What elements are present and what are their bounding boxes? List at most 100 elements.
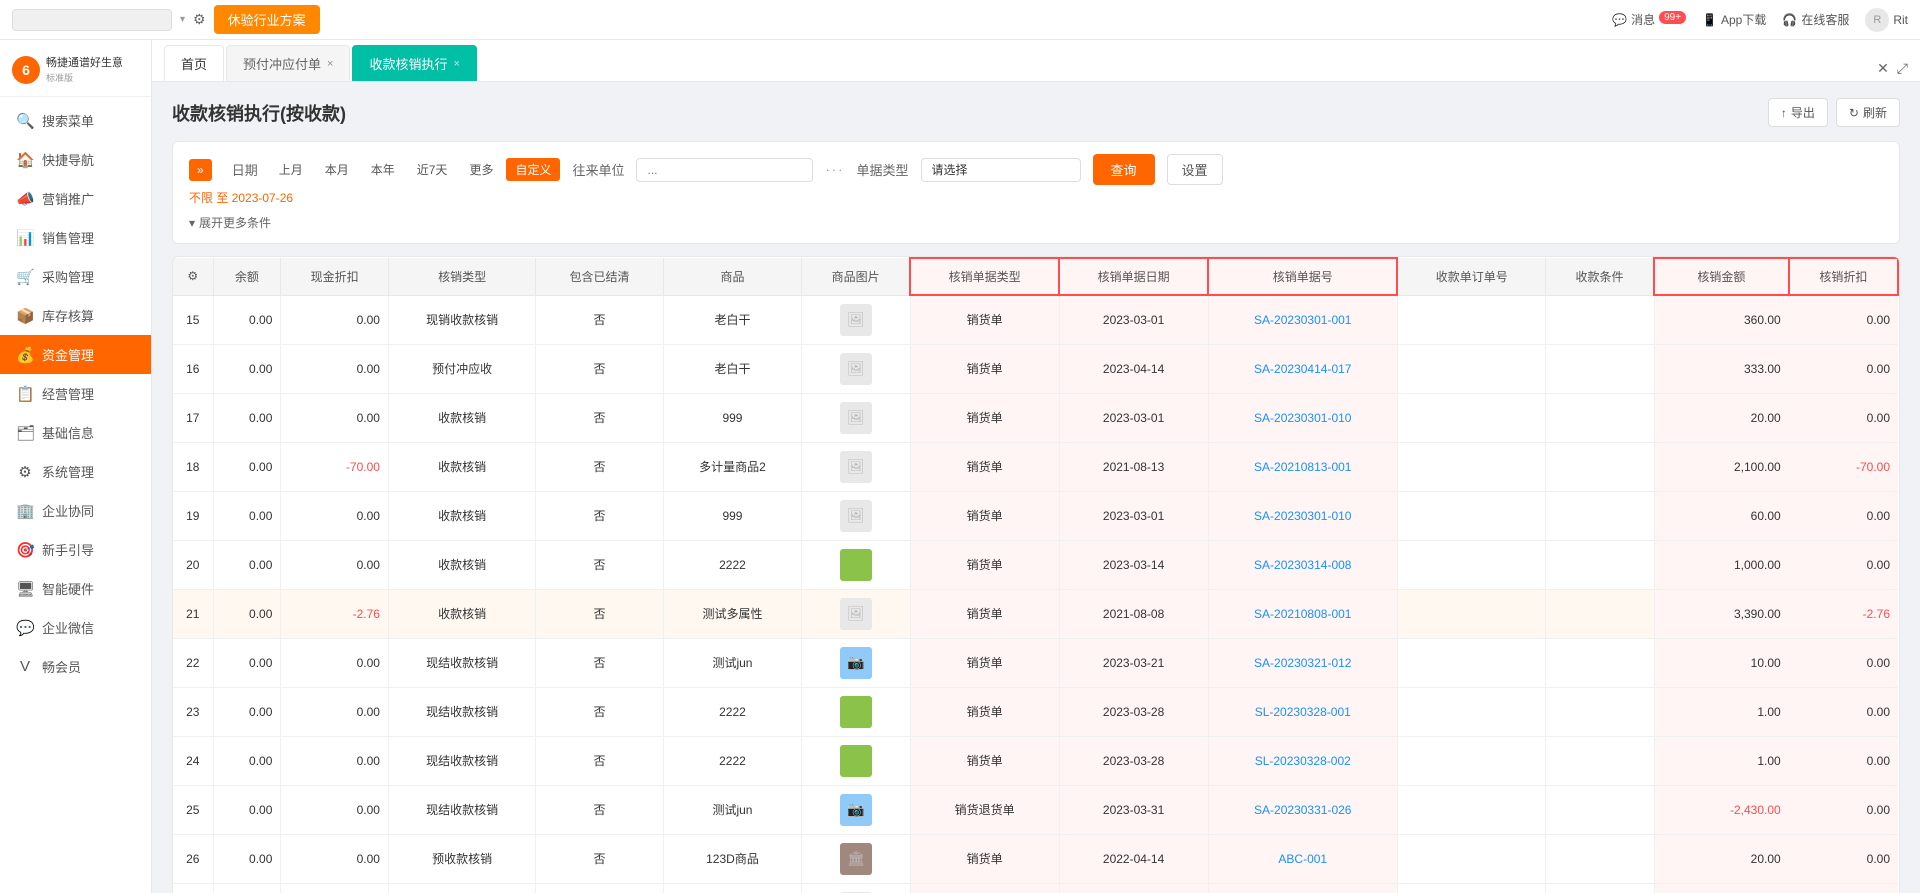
sidebar-item-label: 资金管理 <box>42 345 94 364</box>
expand-more-button[interactable]: ▾ 展开更多条件 <box>189 214 1883 231</box>
sidebar-item-basic[interactable]: 🗂 基础信息 <box>0 413 151 452</box>
tab-receipt[interactable]: 收款核销执行 × <box>352 45 476 81</box>
cell-write-off-bill-type: 销货单 <box>910 491 1059 540</box>
sidebar-item-search[interactable]: 🔍 搜索菜单 <box>0 101 151 140</box>
gear-icon[interactable]: ⚙ <box>193 11 206 28</box>
cell-write-off-bill-type: 销货单 <box>910 638 1059 687</box>
cell-cash-discount: 0.00 <box>281 883 389 893</box>
sidebar-item-label: 企业协同 <box>42 501 94 520</box>
cell-write-off-amount: 10.00 <box>1654 638 1789 687</box>
industry-button[interactable]: 休验行业方案 <box>214 5 320 34</box>
app-download-item[interactable]: 📱 App下载 <box>1702 11 1766 28</box>
table-row: 220.000.00现结收款核销否测试jun📷销货单2023-03-21SA-2… <box>173 638 1898 687</box>
sidebar-item-purchase[interactable]: 🛒 采购管理 <box>0 257 151 296</box>
message-icon: 💬 <box>1612 13 1627 27</box>
table-row: 260.000.00预收款核销否123D商品🏛销货单2022-04-14ABC-… <box>173 834 1898 883</box>
cell-cash-discount: -70.00 <box>281 442 389 491</box>
sidebar-item-sales[interactable]: 📊 销售管理 <box>0 218 151 257</box>
cell-write-off-number[interactable]: SL-20230328-001 <box>1208 687 1397 736</box>
col-write-off-type: 核销类型 <box>388 258 535 295</box>
counterparty-input[interactable] <box>636 158 813 182</box>
date-pill-more[interactable]: 更多 <box>460 158 502 181</box>
refresh-button[interactable]: ↻ 刷新 <box>1836 98 1900 127</box>
filter-settings-button[interactable]: 设置 <box>1167 154 1223 185</box>
sidebar-item-finance[interactable]: 💰 资金管理 <box>0 335 151 374</box>
breadcrumb-input[interactable] <box>12 9 172 31</box>
sidebar-item-system[interactable]: ⚙ 系统管理 <box>0 452 151 491</box>
sidebar-item-business[interactable]: 📋 经营管理 <box>0 374 151 413</box>
cell-write-off-discount: 0.00 <box>1789 736 1898 785</box>
online-service-item[interactable]: 🎧 在线客服 <box>1782 11 1849 28</box>
sidebar-item-enterprise[interactable]: 🏢 企业协同 <box>0 491 151 530</box>
cell-include-settled: 否 <box>536 442 663 491</box>
cell-write-off-discount: -2.76 <box>1789 589 1898 638</box>
message-item[interactable]: 💬 消息 99+ <box>1612 11 1686 28</box>
cell-goods: 多计量商品2 <box>663 442 801 491</box>
filter-dots: ··· <box>825 162 844 177</box>
cell-write-off-date: 2023-04-08 <box>1059 883 1208 893</box>
cell-write-off-discount: -70.00 <box>1789 442 1898 491</box>
date-pill-this-year[interactable]: 本年 <box>362 158 404 181</box>
cell-cash-discount: 0.00 <box>281 540 389 589</box>
cell-write-off-number[interactable]: SA-20230301-010 <box>1208 491 1397 540</box>
date-pill-custom[interactable]: 自定义 <box>506 158 560 181</box>
purchase-icon: 🛒 <box>16 268 34 286</box>
cell-receipt-order-no <box>1397 785 1545 834</box>
cell-write-off-type: 现结收款核销 <box>388 638 535 687</box>
table-row: 240.000.00现结收款核销否2222销货单2023-03-28SL-202… <box>173 736 1898 785</box>
cell-write-off-number[interactable]: SA-20210813-001 <box>1208 442 1397 491</box>
cell-write-off-number[interactable]: SL-20230328-002 <box>1208 736 1397 785</box>
finance-icon: 💰 <box>16 346 34 364</box>
cell-write-off-amount: -2,430.00 <box>1654 785 1789 834</box>
filter-bar: » 日期 上月 本月 本年 近7天 更多 自定义 往来单位 ··· 单据类型 <box>172 141 1900 244</box>
cell-goods-image: 📷 <box>802 785 910 834</box>
cell-receipt-order-no <box>1397 883 1545 893</box>
cell-write-off-type: 预付冲应收 <box>388 344 535 393</box>
table-row: 160.000.00预付冲应收否老白干🖼销货单2023-04-14SA-2023… <box>173 344 1898 393</box>
query-button[interactable]: 查询 <box>1093 154 1155 185</box>
cell-cash-discount: 0.00 <box>281 295 389 344</box>
cell-write-off-number[interactable]: SA-20230301-010 <box>1208 393 1397 442</box>
close-window-button[interactable]: ✕ <box>1877 60 1889 77</box>
sidebar-item-hardware[interactable]: 🖥 智能硬件 <box>0 569 151 608</box>
cell-write-off-number[interactable]: SA-20230321-012 <box>1208 638 1397 687</box>
cell-receipt-order-no <box>1397 442 1545 491</box>
sidebar-item-marketing[interactable]: 📣 营销推广 <box>0 179 151 218</box>
row-number: 25 <box>173 785 213 834</box>
cell-write-off-number[interactable]: SA-20210808-001 <box>1208 589 1397 638</box>
col-receipt-order-no: 收款单订单号 <box>1397 258 1545 295</box>
search-icon: 🔍 <box>16 112 34 130</box>
cell-receipt-order-no <box>1397 736 1545 785</box>
maximize-button[interactable]: ⤢ <box>1897 60 1908 77</box>
cell-write-off-number[interactable]: SA-20230331-026 <box>1208 785 1397 834</box>
cell-write-off-number[interactable]: SA-20230314-008 <box>1208 540 1397 589</box>
cell-write-off-number[interactable]: SA-20230414-017 <box>1208 344 1397 393</box>
top-bar: ▾ ⚙ 休验行业方案 💬 消息 99+ 📱 App下载 🎧 在线客服 R Rit <box>0 0 1920 40</box>
cell-cash-discount: 0.00 <box>281 687 389 736</box>
sidebar-item-quick-nav[interactable]: 🏠 快捷导航 <box>0 140 151 179</box>
user-item[interactable]: R Rit <box>1865 8 1908 32</box>
close-icon[interactable]: × <box>453 58 459 70</box>
sidebar-item-member[interactable]: V 畅会员 <box>0 647 151 686</box>
date-pill-last-month[interactable]: 上月 <box>270 158 312 181</box>
cell-write-off-bill-type: 销货单 <box>910 589 1059 638</box>
date-pill-this-month[interactable]: 本月 <box>316 158 358 181</box>
close-icon[interactable]: × <box>327 58 333 70</box>
voucher-type-select[interactable]: 请选择 销货单 销货退货单 <box>921 158 1081 182</box>
cell-write-off-amount: 20.00 <box>1654 834 1789 883</box>
tab-home[interactable]: 首页 <box>164 45 224 81</box>
table-row: 170.000.00收款核销否999🖼销货单2023-03-01SA-20230… <box>173 393 1898 442</box>
sidebar-item-wechat[interactable]: 💬 企业微信 <box>0 608 151 647</box>
cell-write-off-number[interactable]: ABC-001 <box>1208 834 1397 883</box>
cell-write-off-number[interactable]: SL-20230408-001 <box>1208 883 1397 893</box>
enterprise-icon: 🏢 <box>16 502 34 520</box>
cell-goods-image: 🖼 <box>802 442 910 491</box>
col-settings[interactable]: ⚙ <box>173 258 213 295</box>
collapse-filter-button[interactable]: » <box>189 159 212 181</box>
cell-write-off-number[interactable]: SA-20230301-001 <box>1208 295 1397 344</box>
date-pill-7days[interactable]: 近7天 <box>408 158 457 181</box>
tab-prepay[interactable]: 预付冲应付单 × <box>226 45 350 81</box>
sidebar-item-guide[interactable]: 🎯 新手引导 <box>0 530 151 569</box>
sidebar-item-inventory[interactable]: 📦 库存核算 <box>0 296 151 335</box>
export-button[interactable]: ↑ 导出 <box>1768 98 1828 127</box>
